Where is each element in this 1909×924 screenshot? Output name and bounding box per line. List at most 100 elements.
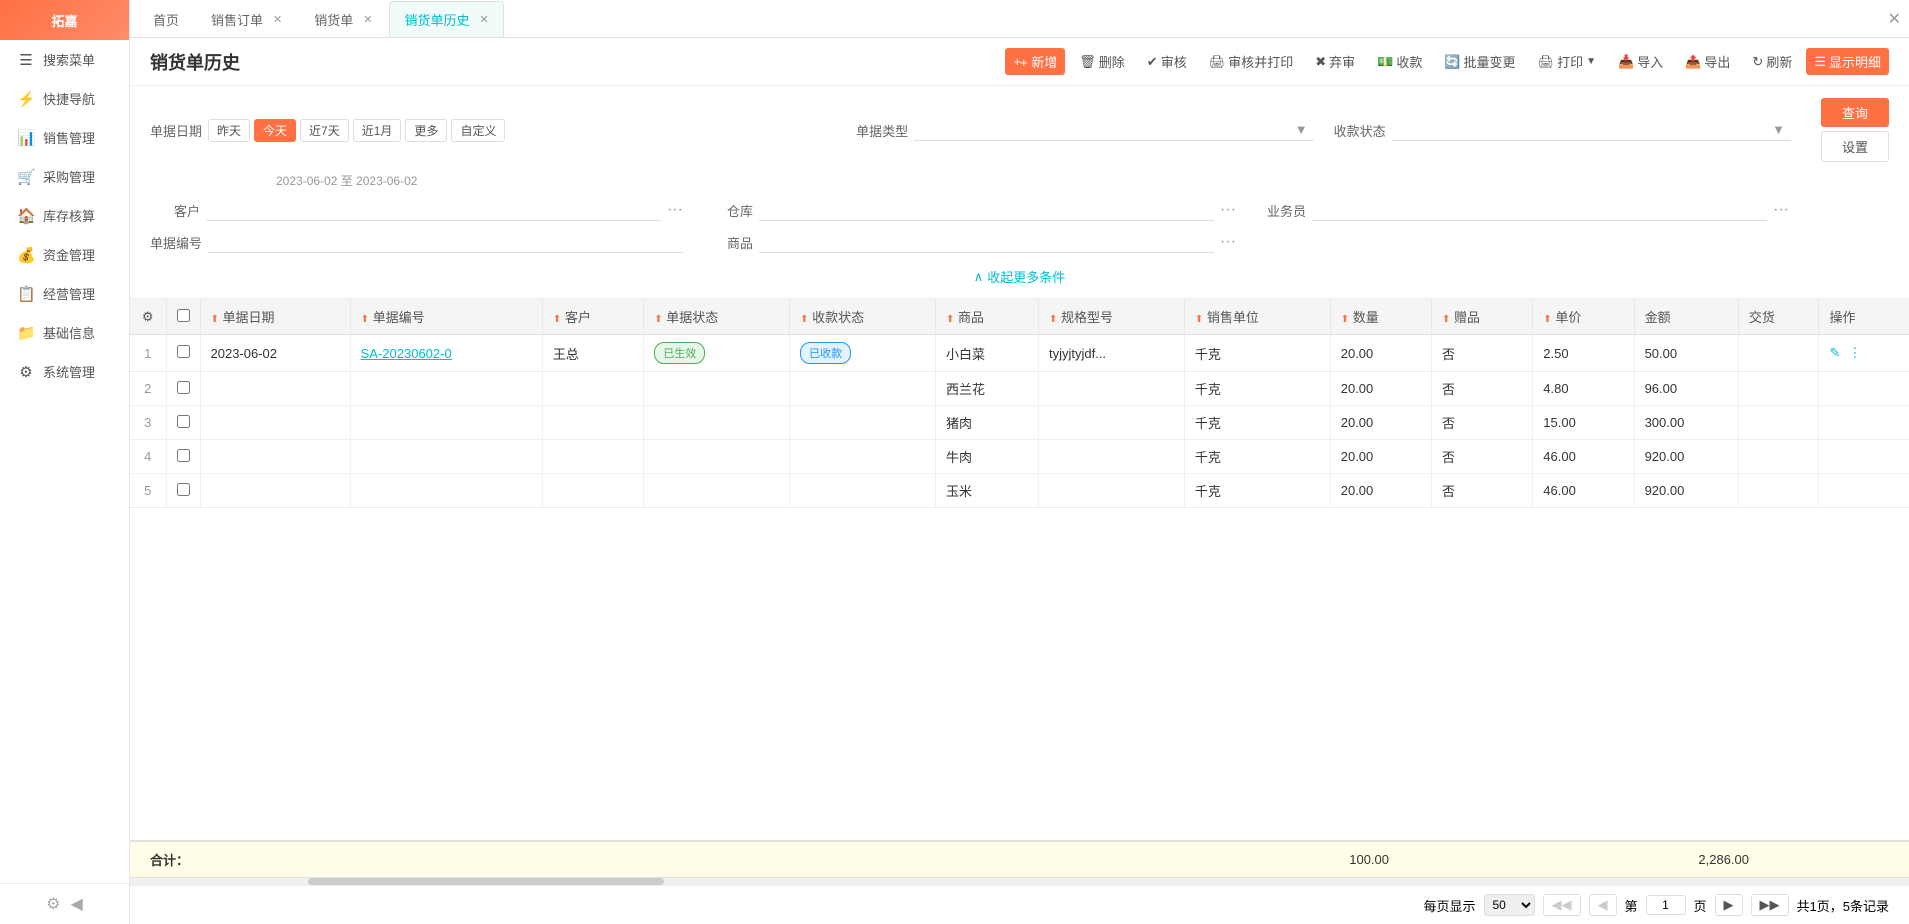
sidebar-item-sys-mgmt[interactable]: ⚙ 系统管理 — [0, 352, 129, 391]
search-menu-icon: ☰ — [17, 51, 35, 69]
filter-row-4: 单据编号 商品 ··· — [150, 231, 1889, 253]
settings-button[interactable]: 设置 — [1821, 131, 1889, 162]
sidebar-item-purchase-mgmt[interactable]: 🛒 采购管理 — [0, 157, 129, 196]
date-btn-7days[interactable]: 近7天 — [300, 119, 349, 142]
sidebar-item-basic-info[interactable]: 📁 基础信息 — [0, 313, 129, 352]
row-quantity: 20.00 — [1330, 372, 1431, 406]
table-row: 5 玉米 千克 20.00 否 46.00 920.00 — [130, 474, 1909, 508]
edit-icon[interactable]: ✎ — [1829, 345, 1840, 361]
delete-button[interactable]: 🗑 删除 — [1071, 48, 1133, 75]
col-customer[interactable]: ⬆ 客户 — [542, 299, 643, 335]
sort-icon: ⬆ — [1442, 314, 1450, 325]
date-btn-today[interactable]: 今天 — [254, 119, 296, 142]
batch-change-button[interactable]: 🔄 批量变更 — [1436, 48, 1523, 75]
row-doc-no — [350, 440, 542, 474]
col-doc-status[interactable]: ⬆ 单据状态 — [644, 299, 790, 335]
page-label: 页 — [1694, 896, 1707, 915]
filter-customer-input[interactable] — [206, 199, 661, 221]
import-button[interactable]: 📥 导入 — [1610, 48, 1671, 75]
col-settings[interactable]: ⚙ — [130, 299, 166, 335]
row-doc-status: 已生效 — [644, 335, 790, 372]
col-goods[interactable]: ⬆ 商品 — [935, 299, 1038, 335]
col-quantity[interactable]: ⬆ 数量 — [1330, 299, 1431, 335]
col-unit-price[interactable]: ⬆ 单价 — [1533, 299, 1634, 335]
audit-button[interactable]: ✔ 审核 — [1139, 48, 1195, 75]
select-all-checkbox[interactable] — [177, 309, 190, 322]
tab-sales-order[interactable]: 销售订单 ✕ — [196, 1, 297, 37]
filter-doc-type-select[interactable]: ▼ — [914, 119, 1313, 141]
filter-collect-status-select[interactable]: ▼ — [1392, 119, 1791, 141]
date-btn-custom[interactable]: 自定义 — [451, 119, 505, 142]
abandon-button[interactable]: ✖ 弃审 — [1307, 48, 1363, 75]
sidebar-item-quick-nav[interactable]: ⚡ 快捷导航 — [0, 79, 129, 118]
col-doc-no[interactable]: ⬆ 单据编号 — [350, 299, 542, 335]
col-spec[interactable]: ⬆ 规格型号 — [1038, 299, 1184, 335]
date-btn-yesterday[interactable]: 昨天 — [208, 119, 250, 142]
row-goods: 玉米 — [935, 474, 1038, 508]
first-page-button[interactable]: ◀◀ — [1543, 894, 1581, 916]
tab-sales-history[interactable]: 销货单历史 ✕ — [389, 1, 503, 37]
filter-goods-input[interactable] — [759, 231, 1214, 253]
row-goods: 小白菜 — [935, 335, 1038, 372]
filter-warehouse-input[interactable] — [759, 199, 1214, 221]
horizontal-scrollbar[interactable] — [130, 877, 1909, 885]
print-button[interactable]: 🖨 打印 ▼ — [1530, 48, 1604, 75]
filter-doc-no-input[interactable] — [208, 231, 683, 253]
toolbar: + + 新增 🗑 删除 ✔ 审核 🖨 审核并打印 ✖ 弃审 — [1005, 48, 1889, 75]
collect-button[interactable]: 💵 收款 — [1369, 48, 1430, 75]
tab-sales-history-close[interactable]: ✕ — [480, 13, 489, 26]
tab-sales-goods-close[interactable]: ✕ — [363, 13, 372, 26]
query-button[interactable]: 查询 — [1821, 98, 1889, 127]
col-unit[interactable]: ⬆ 销售单位 — [1184, 299, 1330, 335]
row-quantity: 20.00 — [1330, 335, 1431, 372]
next-page-button[interactable]: ▶ — [1715, 894, 1743, 916]
quick-nav-icon: ⚡ — [17, 90, 35, 108]
row-checkbox[interactable] — [166, 440, 200, 474]
col-doc-date[interactable]: ⬆ 单据日期 — [200, 299, 350, 335]
row-doc-date — [200, 440, 350, 474]
sidebar-item-sales-mgmt[interactable]: 📊 销售管理 — [0, 118, 129, 157]
page-input[interactable] — [1646, 895, 1686, 915]
col-collect-status[interactable]: ⬆ 收款状态 — [790, 299, 936, 335]
scroll-thumb[interactable] — [308, 878, 664, 885]
sidebar-item-inventory[interactable]: 🏠 库存核算 — [0, 196, 129, 235]
filter-warehouse-more[interactable]: ··· — [1220, 201, 1236, 219]
export-button[interactable]: 📤 导出 — [1677, 48, 1738, 75]
row-checkbox[interactable] — [166, 335, 200, 372]
row-doc-status — [644, 474, 790, 508]
row-unit: 千克 — [1184, 372, 1330, 406]
tab-bar-close-all[interactable]: ✕ — [1888, 9, 1901, 29]
table-row: 4 牛肉 千克 20.00 否 46.00 920.00 — [130, 440, 1909, 474]
summary-row: 合计： 100.00 2,286.00 — [130, 840, 1909, 877]
filter-business-input[interactable] — [1312, 199, 1767, 221]
date-btn-more[interactable]: 更多 — [405, 119, 447, 142]
page-size-label: 每页显示 — [1423, 896, 1475, 915]
row-checkbox[interactable] — [166, 372, 200, 406]
tab-home[interactable]: 首页 — [138, 1, 194, 37]
filter-business-more[interactable]: ··· — [1773, 201, 1789, 219]
sidebar-item-finance-mgmt[interactable]: 💰 资金管理 — [0, 235, 129, 274]
filter-goods-more[interactable]: ··· — [1220, 233, 1236, 251]
prev-page-button[interactable]: ◀ — [1589, 894, 1617, 916]
row-checkbox[interactable] — [166, 474, 200, 508]
sidebar-item-ops-mgmt[interactable]: 📋 经营管理 — [0, 274, 129, 313]
more-icon[interactable]: ⋮ — [1848, 345, 1861, 361]
tab-sales-goods[interactable]: 销货单 ✕ — [299, 1, 387, 37]
last-page-button[interactable]: ▶▶ — [1751, 894, 1789, 916]
col-checkbox[interactable] — [166, 299, 200, 335]
row-checkbox[interactable] — [166, 406, 200, 440]
col-gift[interactable]: ⬆ 赠品 — [1432, 299, 1533, 335]
collapse-button[interactable]: ∧ 收起更多条件 — [150, 263, 1889, 290]
show-detail-button[interactable]: ☰ 显示明细 — [1806, 48, 1889, 75]
sidebar-item-search-menu[interactable]: ☰ 搜索菜单 — [0, 40, 129, 79]
date-btn-1month[interactable]: 近1月 — [353, 119, 402, 142]
filter-customer-more[interactable]: ··· — [667, 201, 683, 219]
audit-print-button[interactable]: 🖨 审核并打印 — [1201, 48, 1302, 75]
row-quantity: 20.00 — [1330, 440, 1431, 474]
sidebar-settings-icon[interactable]: ⚙ — [46, 894, 60, 914]
sidebar-collapse-icon[interactable]: ◀ — [71, 894, 83, 914]
new-button[interactable]: + + 新增 — [1005, 48, 1065, 75]
tab-sales-order-close[interactable]: ✕ — [273, 13, 282, 26]
page-size-select[interactable]: 50 10 20 100 — [1484, 894, 1535, 916]
refresh-button[interactable]: ↻ 刷新 — [1744, 48, 1800, 75]
